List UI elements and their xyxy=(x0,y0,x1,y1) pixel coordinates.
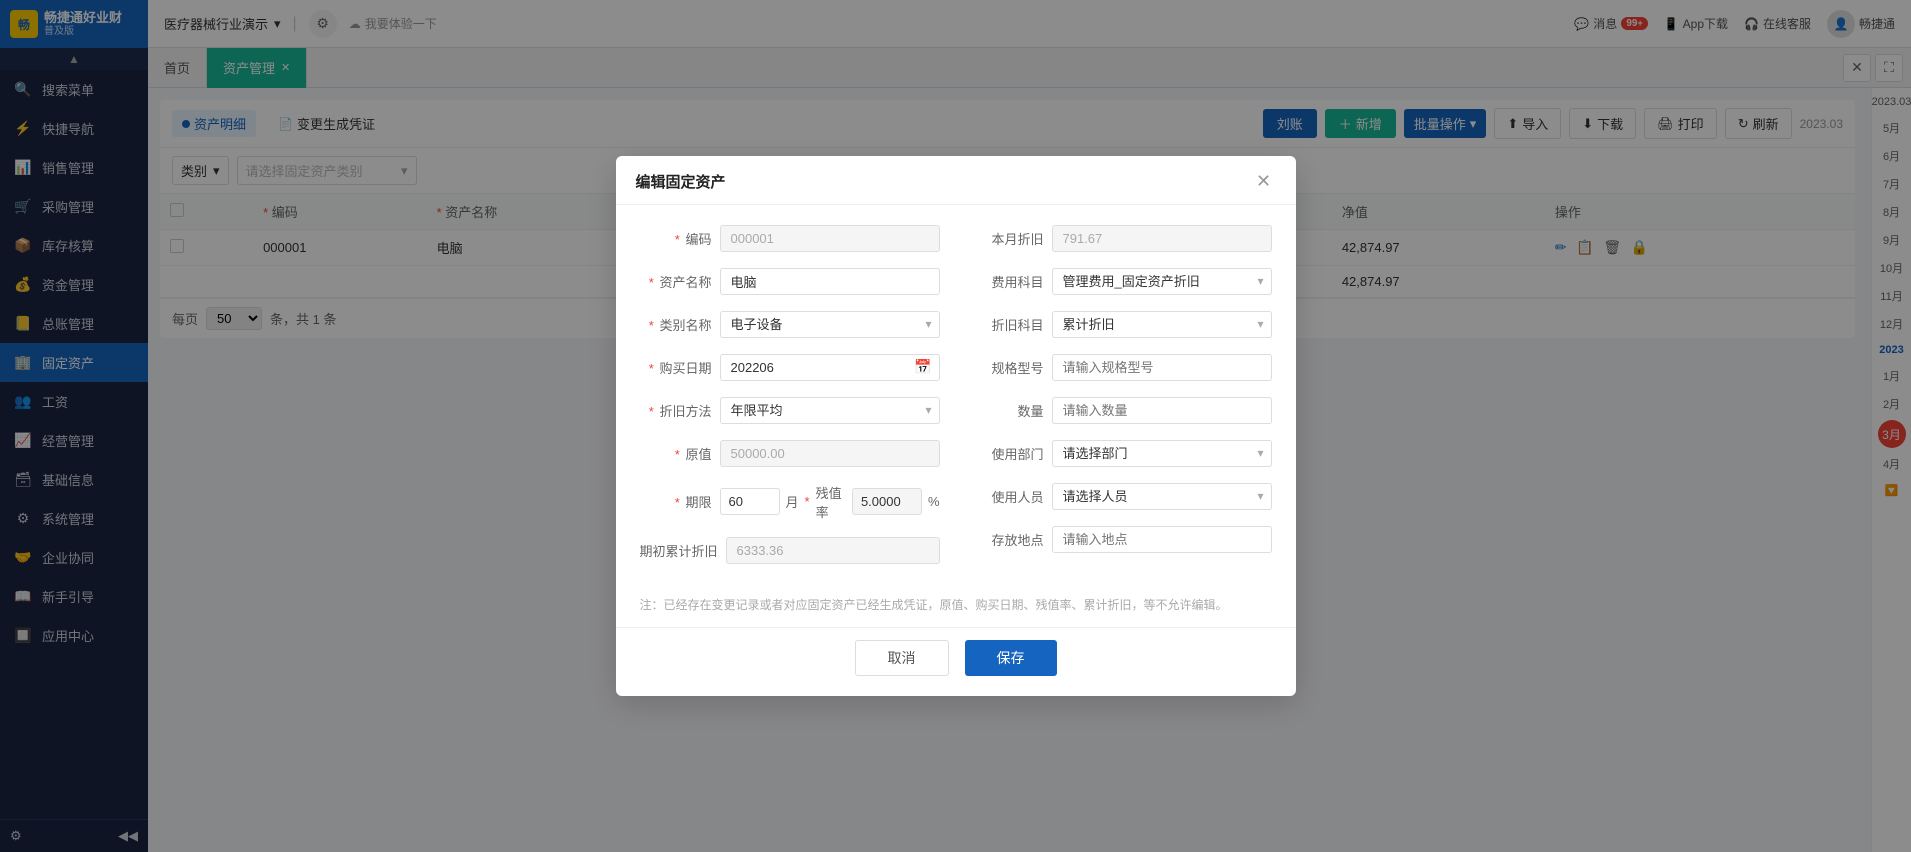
form-row-period: * 期限 月 * 残值率 % xyxy=(640,483,940,521)
period-unit: 月 xyxy=(786,492,799,511)
dep-method-label: * 折旧方法 xyxy=(640,401,712,420)
residual-rate-unit: % xyxy=(928,494,940,509)
form-row-department: 使用部门 请选择部门 ▾ xyxy=(972,440,1272,467)
modal-footer: 取消 保存 xyxy=(616,627,1296,696)
period-inline: 月 * 残值率 % xyxy=(720,483,940,521)
purchase-date-wrap: 📅 xyxy=(720,354,940,381)
form-row-initial-dep: 期初累计折旧 xyxy=(640,537,940,564)
dep-method-select-wrap: 年限平均 ▾ xyxy=(720,397,940,424)
modal-grid: * 编码 * 资产名称 xyxy=(640,225,1272,580)
modal-left-col: * 编码 * 资产名称 xyxy=(640,225,940,580)
period-label: * 期限 xyxy=(640,492,712,511)
period-input[interactable] xyxy=(720,488,780,515)
residual-rate-label: 残值率 xyxy=(816,483,846,521)
department-wrap: 请选择部门 ▾ xyxy=(1052,440,1272,467)
purchase-date-label: * 购买日期 xyxy=(640,358,712,377)
quantity-input[interactable] xyxy=(1052,397,1272,424)
modal-note: 注：已经存在变更记录或者对应固定资产已经生成凭证，原值、购买日期、残值率、累计折… xyxy=(616,588,1296,627)
staff-select[interactable]: 请选择人员 xyxy=(1052,483,1272,510)
form-row-category: * 类别名称 电子设备 ▾ xyxy=(640,311,940,338)
modal-close-button[interactable]: ✕ xyxy=(1252,170,1276,194)
form-row-location: 存放地点 xyxy=(972,526,1272,553)
location-input[interactable] xyxy=(1052,526,1272,553)
residual-rate-input[interactable] xyxy=(852,488,922,515)
initial-dep-label: 期初累计折旧 xyxy=(640,541,718,560)
dep-account-select[interactable]: 累计折旧 xyxy=(1052,311,1272,338)
form-row-expense-account: 费用科目 管理费用_固定资产折旧 ▾ xyxy=(972,268,1272,295)
form-row-staff: 使用人员 请选择人员 ▾ xyxy=(972,483,1272,510)
department-label: 使用部门 xyxy=(972,444,1044,463)
purchase-date-input[interactable] xyxy=(720,354,940,381)
staff-label: 使用人员 xyxy=(972,487,1044,506)
original-value-input[interactable] xyxy=(720,440,940,467)
original-value-label: * 原值 xyxy=(640,444,712,463)
form-row-original-value: * 原值 xyxy=(640,440,940,467)
form-row-spec: 规格型号 xyxy=(972,354,1272,381)
category-select[interactable]: 电子设备 xyxy=(720,311,940,338)
quantity-label: 数量 xyxy=(972,401,1044,420)
modal-overlay: 编辑固定资产 ✕ * 编码 xyxy=(0,0,1911,852)
dep-account-wrap: 累计折旧 ▾ xyxy=(1052,311,1272,338)
residual-rate-star: * xyxy=(805,494,810,509)
form-row-quantity: 数量 xyxy=(972,397,1272,424)
form-row-code: * 编码 xyxy=(640,225,940,252)
initial-dep-input[interactable] xyxy=(726,537,940,564)
expense-account-select[interactable]: 管理费用_固定资产折旧 xyxy=(1052,268,1272,295)
dep-account-label: 折旧科目 xyxy=(972,315,1044,334)
spec-label: 规格型号 xyxy=(972,358,1044,377)
location-label: 存放地点 xyxy=(972,530,1044,549)
form-row-purchase-date: * 购买日期 📅 xyxy=(640,354,940,381)
name-input[interactable] xyxy=(720,268,940,295)
save-button[interactable]: 保存 xyxy=(965,640,1057,676)
monthly-dep-label: 本月折旧 xyxy=(972,229,1044,248)
dep-method-select[interactable]: 年限平均 xyxy=(720,397,940,424)
cancel-button[interactable]: 取消 xyxy=(855,640,949,676)
modal-header: 编辑固定资产 ✕ xyxy=(616,156,1296,205)
category-name-label: * 类别名称 xyxy=(640,315,712,334)
expense-account-wrap: 管理费用_固定资产折旧 ▾ xyxy=(1052,268,1272,295)
code-label: * 编码 xyxy=(640,229,712,248)
edit-asset-modal: 编辑固定资产 ✕ * 编码 xyxy=(616,156,1296,696)
department-select[interactable]: 请选择部门 xyxy=(1052,440,1272,467)
spec-input[interactable] xyxy=(1052,354,1272,381)
modal-body: * 编码 * 资产名称 xyxy=(616,205,1296,588)
form-row-dep-account: 折旧科目 累计折旧 ▾ xyxy=(972,311,1272,338)
form-row-dep-method: * 折旧方法 年限平均 ▾ xyxy=(640,397,940,424)
name-label: * 资产名称 xyxy=(640,272,712,291)
category-select-wrap: 电子设备 ▾ xyxy=(720,311,940,338)
code-input[interactable] xyxy=(720,225,940,252)
form-row-monthly-dep: 本月折旧 xyxy=(972,225,1272,252)
form-row-name: * 资产名称 xyxy=(640,268,940,295)
modal-title: 编辑固定资产 xyxy=(636,171,726,192)
staff-wrap: 请选择人员 ▾ xyxy=(1052,483,1272,510)
expense-account-label: 费用科目 xyxy=(972,272,1044,291)
modal-right-col: 本月折旧 费用科目 管理费用_固定资产折旧 ▾ xyxy=(972,225,1272,580)
monthly-dep-input xyxy=(1052,225,1272,252)
